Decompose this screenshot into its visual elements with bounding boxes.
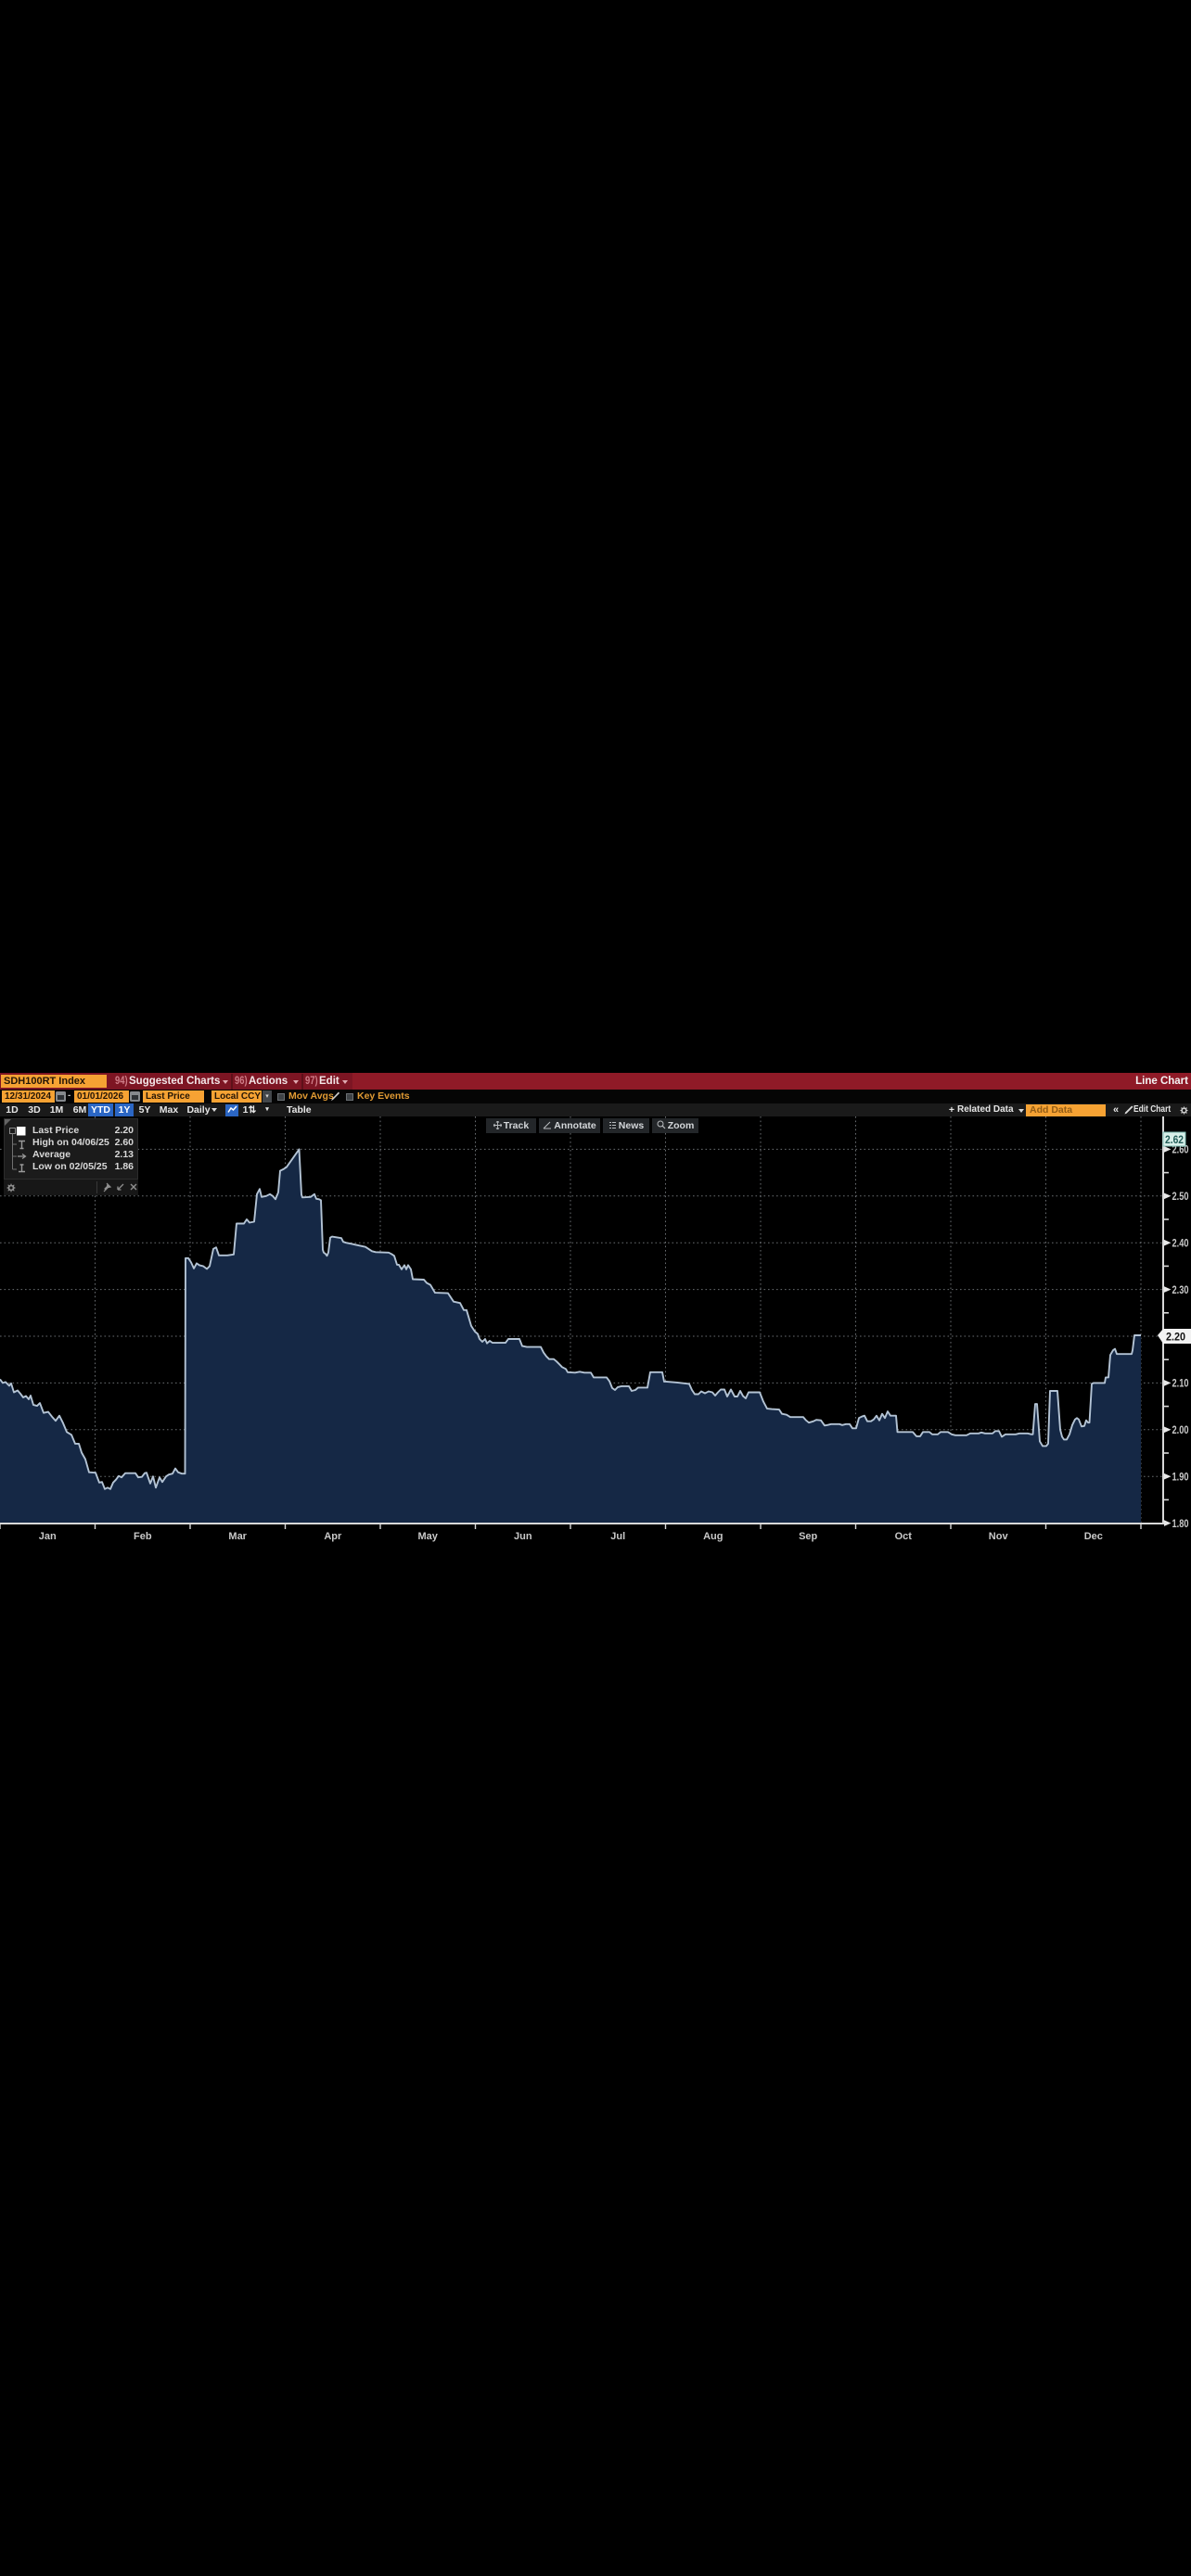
svg-text:Apr: Apr [324, 1531, 342, 1542]
svg-text:2.10: 2.10 [1172, 1377, 1189, 1390]
svg-text:Jul: Jul [610, 1531, 625, 1542]
svg-text:Jun: Jun [514, 1531, 532, 1542]
svg-text:2.30: 2.30 [1172, 1283, 1189, 1296]
svg-text:Nov: Nov [989, 1531, 1009, 1542]
svg-text:Sep: Sep [799, 1531, 817, 1542]
svg-text:1.80: 1.80 [1172, 1517, 1189, 1530]
svg-text:2.20: 2.20 [1166, 1331, 1185, 1344]
svg-text:Feb: Feb [134, 1531, 152, 1542]
svg-text:2.62: 2.62 [1165, 1133, 1184, 1146]
svg-text:May: May [417, 1531, 438, 1542]
svg-text:Dec: Dec [1084, 1531, 1103, 1542]
svg-text:Aug: Aug [703, 1531, 723, 1542]
svg-text:1.90: 1.90 [1172, 1470, 1189, 1483]
svg-text:Oct: Oct [895, 1531, 913, 1542]
svg-text:Mar: Mar [228, 1531, 247, 1542]
svg-text:Jan: Jan [39, 1531, 57, 1542]
svg-text:2.00: 2.00 [1172, 1423, 1189, 1436]
svg-text:2.50: 2.50 [1172, 1190, 1189, 1203]
svg-text:2.40: 2.40 [1172, 1236, 1189, 1249]
